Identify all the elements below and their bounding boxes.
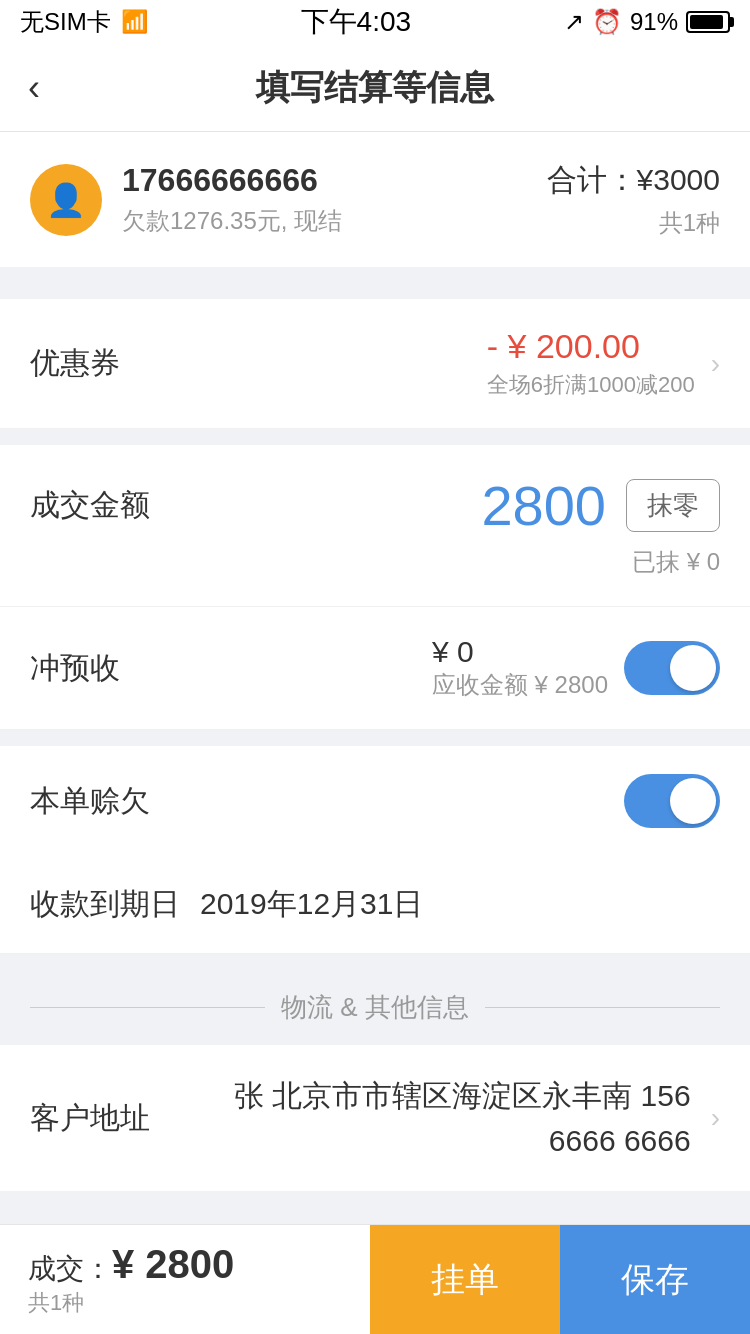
section-gap-3 — [0, 730, 750, 746]
coupon-label: 优惠券 — [30, 343, 120, 384]
bottom-info: 成交：¥ 2800 共1种 — [0, 1225, 370, 1334]
total-value: ¥3000 — [637, 163, 720, 196]
pending-button[interactable]: 挂单 — [370, 1225, 560, 1334]
customer-phone: 17666666666 — [122, 162, 342, 199]
status-time: 下午4:03 — [301, 3, 412, 41]
customer-left: 👤 17666666666 欠款1276.35元, 现结 — [30, 162, 342, 237]
chevron-right-icon: › — [711, 348, 720, 380]
divider-line-left — [30, 1007, 265, 1008]
content: 👤 17666666666 欠款1276.35元, 现结 合计：¥3000 共1… — [0, 132, 750, 1321]
duedate-value: 2019年12月31日 — [200, 884, 423, 925]
section-gap-1 — [0, 283, 750, 299]
bottom-count: 共1种 — [28, 1288, 342, 1318]
section-gap-4 — [0, 954, 750, 970]
duedate-label: 收款到期日 — [30, 884, 180, 925]
duedate-section: 收款到期日 2019年12月31日 — [0, 856, 750, 954]
bottom-total: 成交：¥ 2800 — [28, 1242, 342, 1288]
back-button[interactable]: ‹ — [28, 67, 40, 109]
address-chevron-icon: › — [711, 1102, 720, 1134]
divider-line-right — [485, 1007, 720, 1008]
location-icon: ↗ — [564, 8, 584, 36]
battery-icon — [686, 11, 730, 33]
total-label: 合计： — [547, 163, 637, 196]
customer-info: 17666666666 欠款1276.35元, 现结 — [122, 162, 342, 237]
battery-percent: 91% — [630, 8, 678, 36]
section-gap-2 — [0, 429, 750, 445]
coupon-row[interactable]: 优惠券 - ¥ 200.00 全场6折满1000减200 › — [0, 299, 750, 429]
page-title: 填写结算等信息 — [256, 65, 494, 111]
duedate-row: 收款到期日 2019年12月31日 — [30, 884, 720, 925]
address-value: 张 北京市市辖区海淀区永丰南 156 6666 6666 — [170, 1073, 691, 1163]
status-right: ↗ ⏰ 91% — [564, 8, 730, 36]
address-section[interactable]: 客户地址 张 北京市市辖区海淀区永丰南 156 6666 6666 › — [0, 1045, 750, 1191]
bottom-total-label: 成交： — [28, 1253, 112, 1284]
prereceive-section: 冲预收 ¥ 0 应收金额 ¥ 2800 — [0, 607, 750, 730]
logistics-label: 物流 & 其他信息 — [281, 990, 469, 1025]
save-button[interactable]: 保存 — [560, 1225, 750, 1334]
deferred-toggle[interactable] — [624, 774, 720, 828]
status-bar: 无SIM卡 📶 下午4:03 ↗ ⏰ 91% — [0, 0, 750, 44]
amount-sub: 已抹 ¥ 0 — [30, 546, 720, 578]
amount-section: 成交金额 2800 抹零 已抹 ¥ 0 — [0, 445, 750, 607]
address-label: 客户地址 — [30, 1098, 150, 1139]
prereceive-row: 冲预收 ¥ 0 应收金额 ¥ 2800 — [30, 635, 720, 701]
prereceive-sub: 应收金额 ¥ 2800 — [432, 669, 608, 701]
status-left: 无SIM卡 📶 — [20, 6, 148, 38]
prereceive-label: 冲预收 — [30, 648, 120, 689]
amount-label: 成交金额 — [30, 485, 150, 526]
deferred-toggle-knob — [670, 778, 716, 824]
customer-total: 合计：¥3000 — [547, 160, 720, 201]
amount-value: 2800 — [481, 473, 606, 538]
avatar-icon: 👤 — [46, 181, 86, 219]
logistics-divider: 物流 & 其他信息 — [0, 970, 750, 1045]
wifi-icon: 📶 — [121, 9, 148, 35]
battery-fill — [690, 15, 723, 29]
customer-sub: 欠款1276.35元, 现结 — [122, 205, 342, 237]
round-button[interactable]: 抹零 — [626, 479, 720, 532]
deferred-section: 本单赊欠 — [0, 746, 750, 856]
coupon-desc: 全场6折满1000减200 — [487, 370, 695, 400]
avatar: 👤 — [30, 164, 102, 236]
amount-row: 成交金额 2800 抹零 — [30, 473, 720, 538]
customer-card: 👤 17666666666 欠款1276.35元, 现结 合计：¥3000 共1… — [0, 132, 750, 267]
amount-right: 2800 抹零 — [481, 473, 720, 538]
carrier-text: 无SIM卡 — [20, 6, 111, 38]
deferred-label: 本单赊欠 — [30, 781, 150, 822]
bottom-bar: 成交：¥ 2800 共1种 挂单 保存 — [0, 1224, 750, 1334]
alarm-icon: ⏰ — [592, 8, 622, 36]
coupon-right: - ¥ 200.00 全场6折满1000减200 › — [487, 327, 720, 400]
customer-right: 合计：¥3000 共1种 — [547, 160, 720, 239]
customer-count: 共1种 — [547, 207, 720, 239]
coupon-discount: - ¥ 200.00 — [487, 327, 695, 366]
toggle-knob — [670, 645, 716, 691]
prereceive-toggle-wrap: ¥ 0 应收金额 ¥ 2800 — [432, 635, 720, 701]
bottom-total-value: ¥ 2800 — [112, 1242, 234, 1286]
header: ‹ 填写结算等信息 — [0, 44, 750, 132]
prereceive-toggle[interactable] — [624, 641, 720, 695]
prereceive-amount: ¥ 0 — [432, 635, 608, 669]
